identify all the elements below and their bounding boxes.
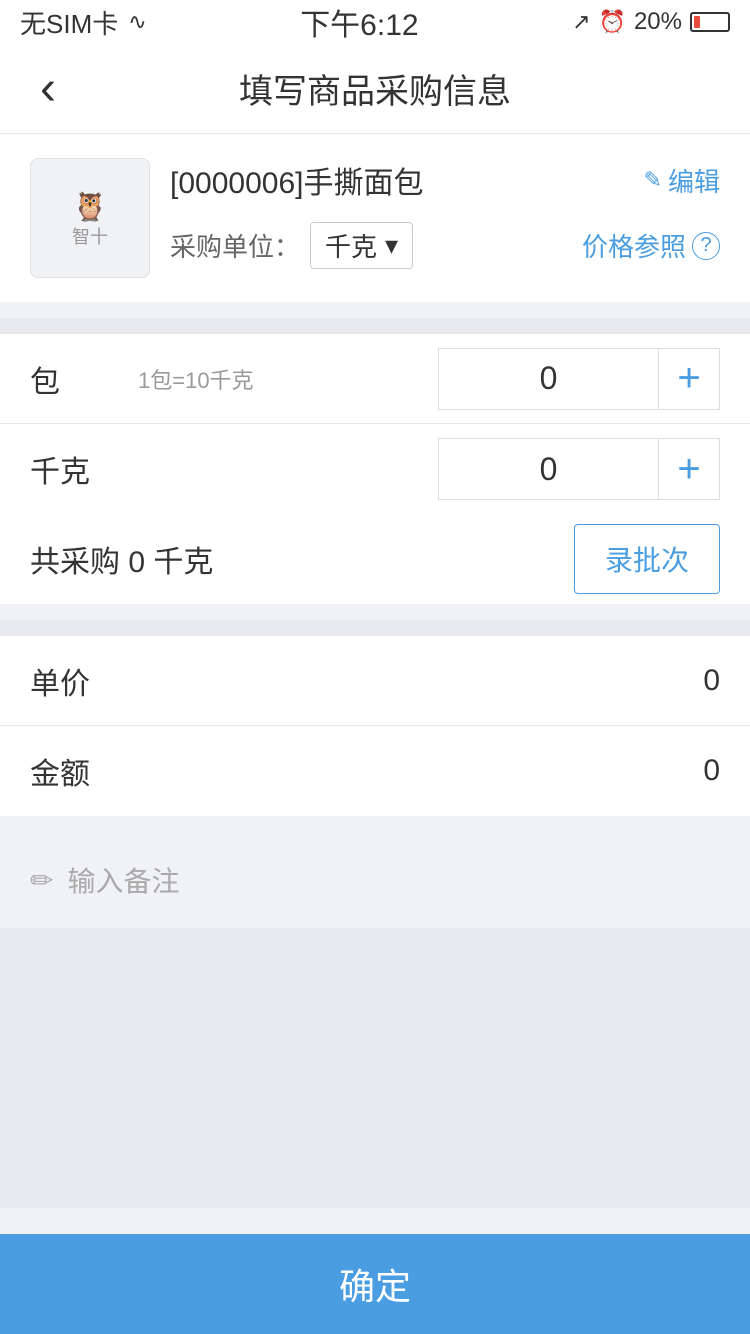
summary-section: 共采购 0 千克 录批次 <box>0 514 750 604</box>
status-time: 下午6:12 <box>300 0 418 44</box>
wifi-icon: ∿ <box>128 9 146 35</box>
kg-quantity-input[interactable] <box>438 438 658 500</box>
edit-icon: ✎ <box>644 167 662 193</box>
kg-plus-button[interactable]: + <box>658 438 720 500</box>
back-button[interactable]: ‹ <box>30 51 66 126</box>
product-header: [0000006]手撕面包 ✎ 编辑 <box>170 158 720 202</box>
unit-value: 千克 <box>325 227 377 264</box>
alarm-icon: ⏰ <box>599 9 626 35</box>
section-divider-1 <box>0 318 750 334</box>
nav-bar: ‹ 填写商品采购信息 <box>0 44 750 134</box>
record-batch-button[interactable]: 录批次 <box>574 524 720 594</box>
edit-button[interactable]: ✎ 编辑 <box>644 162 720 199</box>
bao-sublabel: 1包=10千克 <box>138 363 254 395</box>
price-ref-help-icon: ? <box>692 232 720 260</box>
product-image: 🦉 智十 <box>30 158 150 278</box>
status-left: 无SIM卡 ∿ <box>20 4 147 41</box>
page-title: 填写商品采购信息 <box>239 64 511 113</box>
amount-value: 0 <box>703 754 720 788</box>
bao-label: 包 <box>30 357 130 401</box>
product-logo: 🦉 智十 <box>72 190 108 246</box>
status-bar: 无SIM卡 ∿ 下午6:12 ↗ ⏰ 20% <box>0 0 750 44</box>
carrier-text: 无SIM卡 <box>20 4 118 41</box>
product-card: 🦉 智十 [0000006]手撕面包 ✎ 编辑 采购单位： 千克 ▾ 价格参照 … <box>0 134 750 302</box>
location-icon: ↗ <box>572 9 590 35</box>
unit-select-dropdown[interactable]: 千克 ▾ <box>310 222 413 269</box>
remark-section[interactable]: ✏ 输入备注 <box>0 832 750 928</box>
amount-row: 金额 0 <box>0 726 750 816</box>
pencil-icon: ✏ <box>30 864 53 897</box>
status-right: ↗ ⏰ 20% <box>572 8 730 36</box>
bao-plus-button[interactable]: + <box>658 348 720 410</box>
kg-label: 千克 <box>30 447 130 491</box>
dropdown-icon: ▾ <box>385 230 398 261</box>
remark-placeholder: 输入备注 <box>67 860 179 900</box>
price-ref-label: 价格参照 <box>582 227 686 264</box>
product-name: [0000006]手撕面包 <box>170 158 423 202</box>
bao-input-row: 包 1包=10千克 + <box>0 334 750 424</box>
kg-input-row: 千克 + <box>0 424 750 514</box>
battery-percent: 20% <box>634 8 682 36</box>
section-divider-2 <box>0 620 750 636</box>
kg-input-right: + <box>438 438 720 500</box>
unit-label: 采购单位： <box>170 227 300 264</box>
bao-input-right: + <box>438 348 720 410</box>
unit-price-row: 单价 0 <box>0 636 750 726</box>
edit-label: 编辑 <box>668 162 720 199</box>
unit-price-value: 0 <box>703 664 720 698</box>
product-info: [0000006]手撕面包 ✎ 编辑 采购单位： 千克 ▾ 价格参照 ? <box>170 158 720 269</box>
product-unit-row: 采购单位： 千克 ▾ 价格参照 ? <box>170 222 720 269</box>
bao-quantity-input[interactable] <box>438 348 658 410</box>
bottom-filler <box>0 928 750 1208</box>
unit-price-label: 单价 <box>30 659 90 703</box>
price-detail-section: 单价 0 金额 0 <box>0 636 750 816</box>
confirm-button[interactable]: 确定 <box>0 1234 750 1334</box>
summary-text: 共采购 0 千克 <box>30 537 213 581</box>
price-ref-button[interactable]: 价格参照 ? <box>582 227 720 264</box>
battery-icon <box>690 12 730 32</box>
amount-label: 金额 <box>30 749 90 793</box>
quantity-section: 包 1包=10千克 + 千克 + <box>0 334 750 514</box>
